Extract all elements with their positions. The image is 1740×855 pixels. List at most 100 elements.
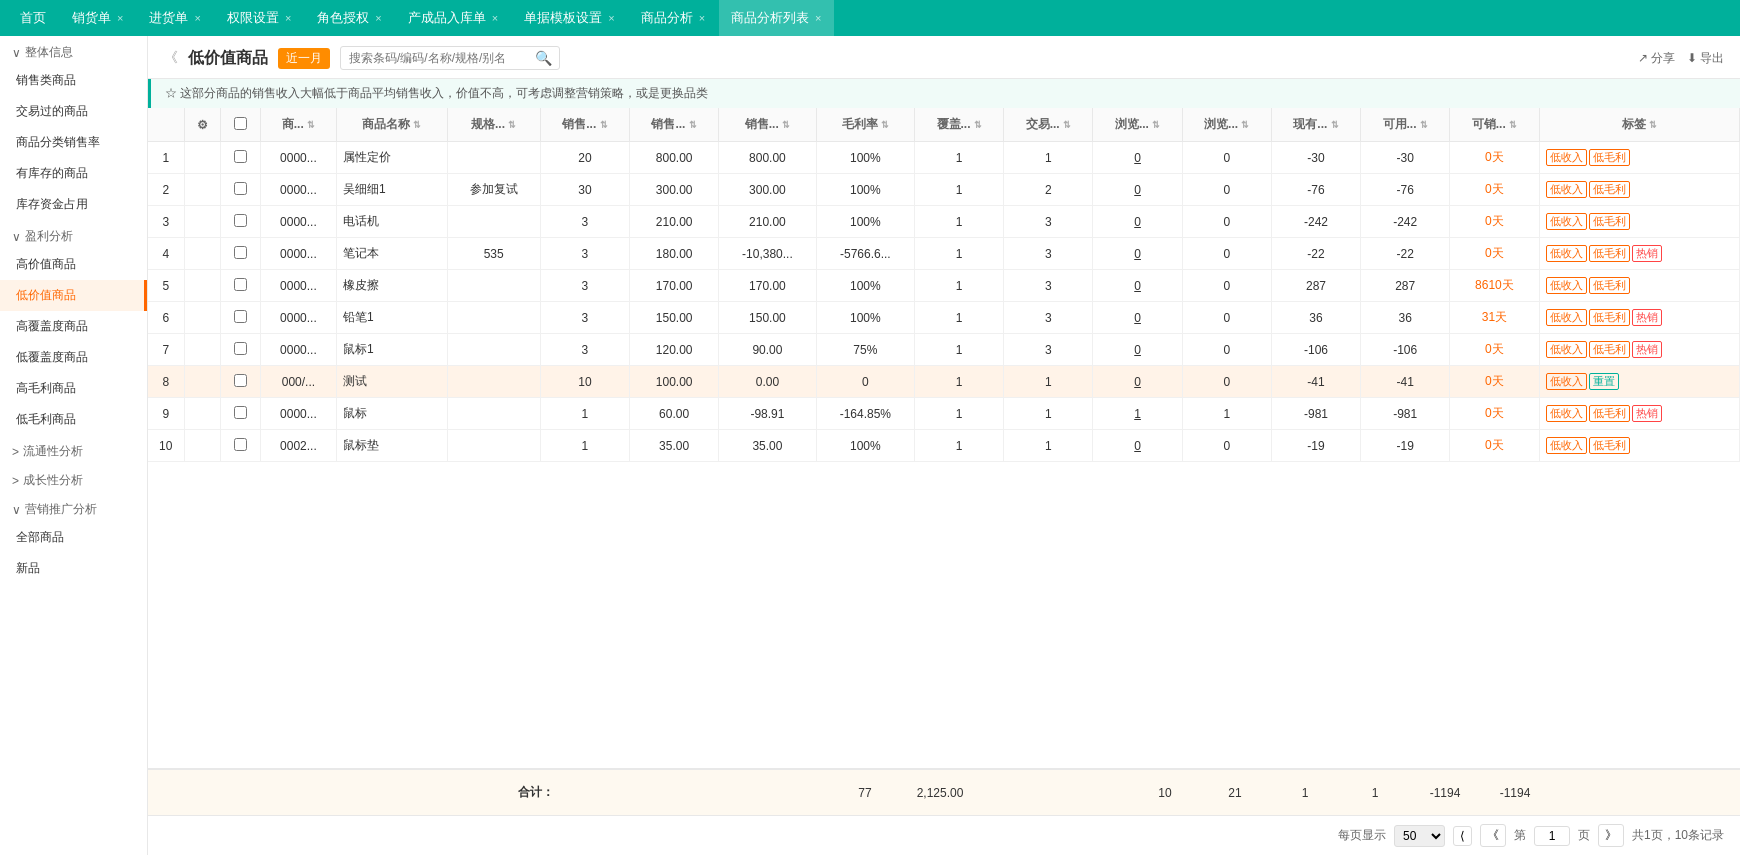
sidebar-item-全部商品[interactable]: 全部商品 bbox=[0, 522, 147, 553]
sidebar-group-成长性分析[interactable]: > 成长性分析 bbox=[0, 464, 147, 493]
row-checkbox[interactable] bbox=[234, 182, 247, 195]
sidebar-group-盈利分析[interactable]: ∨ 盈利分析 bbox=[0, 220, 147, 249]
browse1-link[interactable]: 1 bbox=[1134, 407, 1141, 421]
nav-item-销货单[interactable]: 销货单× bbox=[60, 0, 135, 36]
sidebar-item-高覆盖度商品[interactable]: 高覆盖度商品 bbox=[0, 311, 147, 342]
filter-button[interactable]: 近一月 bbox=[278, 48, 330, 69]
cell-cover: 1 bbox=[915, 398, 1004, 430]
nav-close-icon[interactable]: × bbox=[194, 12, 200, 24]
cell-browse1[interactable]: 0 bbox=[1093, 174, 1182, 206]
next-page-button[interactable]: 》 bbox=[1598, 824, 1624, 847]
row-checkbox[interactable] bbox=[234, 438, 247, 451]
first-page-button[interactable]: ⟨ bbox=[1453, 826, 1472, 846]
cell-browse1[interactable]: 0 bbox=[1093, 238, 1182, 270]
sidebar-group-整体信息[interactable]: ∨ 整体信息 bbox=[0, 36, 147, 65]
browse1-link[interactable]: 0 bbox=[1134, 311, 1141, 325]
browse1-link[interactable]: 0 bbox=[1134, 247, 1141, 261]
cell-browse1[interactable]: 0 bbox=[1093, 142, 1182, 174]
page-size-label: 每页显示 bbox=[1338, 827, 1386, 844]
tag-低毛利: 低毛利 bbox=[1589, 437, 1630, 454]
nav-item-权限设置[interactable]: 权限设置× bbox=[215, 0, 303, 36]
cell-checkbox[interactable] bbox=[221, 302, 261, 334]
sidebar-item-高价值商品[interactable]: 高价值商品 bbox=[0, 249, 147, 280]
row-checkbox[interactable] bbox=[234, 278, 247, 291]
share-button[interactable]: ↗ 分享 bbox=[1638, 50, 1675, 67]
sidebar-item-销售类商品[interactable]: 销售类商品 bbox=[0, 65, 147, 96]
cell-checkbox[interactable] bbox=[221, 238, 261, 270]
cell-browse1[interactable]: 0 bbox=[1093, 430, 1182, 462]
browse1-link[interactable]: 0 bbox=[1134, 183, 1141, 197]
page-number-input[interactable] bbox=[1534, 826, 1570, 846]
nav-item-单据模板设置[interactable]: 单据模板设置× bbox=[512, 0, 626, 36]
cell-checkbox[interactable] bbox=[221, 430, 261, 462]
nav-close-icon[interactable]: × bbox=[699, 12, 705, 24]
export-button[interactable]: ⬇ 导出 bbox=[1687, 50, 1724, 67]
nav-close-icon[interactable]: × bbox=[117, 12, 123, 24]
nav-item-商品分析列表[interactable]: 商品分析列表× bbox=[719, 0, 833, 36]
cell-browse1[interactable]: 0 bbox=[1093, 366, 1182, 398]
nav-item-商品分析[interactable]: 商品分析× bbox=[629, 0, 717, 36]
cell-checkbox[interactable] bbox=[221, 142, 261, 174]
collapse-button[interactable]: 《 bbox=[164, 49, 178, 67]
row-checkbox[interactable] bbox=[234, 150, 247, 163]
page-size-select[interactable]: 50 100 200 bbox=[1394, 825, 1445, 847]
cell-browse1[interactable]: 0 bbox=[1093, 270, 1182, 302]
cell-checkbox[interactable] bbox=[221, 366, 261, 398]
nav-item-产成品入库单[interactable]: 产成品入库单× bbox=[396, 0, 510, 36]
footer-cell-11: 21 bbox=[1200, 778, 1270, 807]
nav-item-角色授权[interactable]: 角色授权× bbox=[305, 0, 393, 36]
sidebar-item-新品[interactable]: 新品 bbox=[0, 553, 147, 584]
row-checkbox[interactable] bbox=[234, 246, 247, 259]
prev-page-button[interactable]: 《 bbox=[1480, 824, 1506, 847]
cell-browse1[interactable]: 0 bbox=[1093, 206, 1182, 238]
browse1-link[interactable]: 0 bbox=[1134, 151, 1141, 165]
sidebar-item-交易过的商品[interactable]: 交易过的商品 bbox=[0, 96, 147, 127]
sidebar-item-低毛利商品[interactable]: 低毛利商品 bbox=[0, 404, 147, 435]
cell-sales-avg: 90.00 bbox=[719, 334, 816, 366]
cell-config bbox=[184, 334, 221, 366]
cell-browse1[interactable]: 0 bbox=[1093, 334, 1182, 366]
sidebar-group-流通性分析[interactable]: > 流通性分析 bbox=[0, 435, 147, 464]
row-checkbox[interactable] bbox=[234, 406, 247, 419]
search-input[interactable] bbox=[340, 46, 560, 70]
config-icon[interactable]: ⚙ bbox=[197, 118, 208, 132]
table-container[interactable]: ⚙商... ⇅商品名称 ⇅规格... ⇅销售... ⇅销售... ⇅销售... … bbox=[148, 108, 1740, 768]
cell-sales-qty: 30 bbox=[540, 174, 629, 206]
browse1-link[interactable]: 0 bbox=[1134, 375, 1141, 389]
row-checkbox[interactable] bbox=[234, 310, 247, 323]
sidebar-item-有库存的商品[interactable]: 有库存的商品 bbox=[0, 158, 147, 189]
cell-gross-rate: 100% bbox=[816, 142, 914, 174]
nav-close-icon[interactable]: × bbox=[608, 12, 614, 24]
nav-item-首页[interactable]: 首页 bbox=[8, 0, 58, 36]
sidebar-item-低覆盖度商品[interactable]: 低覆盖度商品 bbox=[0, 342, 147, 373]
nav-close-icon[interactable]: × bbox=[815, 12, 821, 24]
col-check[interactable] bbox=[221, 108, 261, 142]
cell-spec bbox=[447, 430, 540, 462]
nav-close-icon[interactable]: × bbox=[285, 12, 291, 24]
cell-checkbox[interactable] bbox=[221, 398, 261, 430]
cell-checkbox[interactable] bbox=[221, 334, 261, 366]
nav-close-icon[interactable]: × bbox=[375, 12, 381, 24]
row-checkbox[interactable] bbox=[234, 214, 247, 227]
cell-checkbox[interactable] bbox=[221, 270, 261, 302]
cell-browse1[interactable]: 1 bbox=[1093, 398, 1182, 430]
cell-checkbox[interactable] bbox=[221, 174, 261, 206]
browse1-link[interactable]: 0 bbox=[1134, 215, 1141, 229]
nav-item-进货单[interactable]: 进货单× bbox=[137, 0, 212, 36]
cell-browse1[interactable]: 0 bbox=[1093, 302, 1182, 334]
sidebar-group-营销推广分析[interactable]: ∨ 营销推广分析 bbox=[0, 493, 147, 522]
cell-checkbox[interactable] bbox=[221, 206, 261, 238]
browse1-link[interactable]: 0 bbox=[1134, 439, 1141, 453]
col-config[interactable]: ⚙ bbox=[184, 108, 221, 142]
cell-stock1: -106 bbox=[1271, 334, 1360, 366]
row-checkbox[interactable] bbox=[234, 374, 247, 387]
browse1-link[interactable]: 0 bbox=[1134, 279, 1141, 293]
select-all-checkbox[interactable] bbox=[234, 117, 247, 130]
nav-close-icon[interactable]: × bbox=[492, 12, 498, 24]
sidebar-item-高毛利商品[interactable]: 高毛利商品 bbox=[0, 373, 147, 404]
sidebar-item-库存资金占用[interactable]: 库存资金占用 bbox=[0, 189, 147, 220]
row-checkbox[interactable] bbox=[234, 342, 247, 355]
browse1-link[interactable]: 0 bbox=[1134, 343, 1141, 357]
sidebar-item-商品分类销售率[interactable]: 商品分类销售率 bbox=[0, 127, 147, 158]
sidebar-item-低价值商品[interactable]: 低价值商品 bbox=[0, 280, 147, 311]
